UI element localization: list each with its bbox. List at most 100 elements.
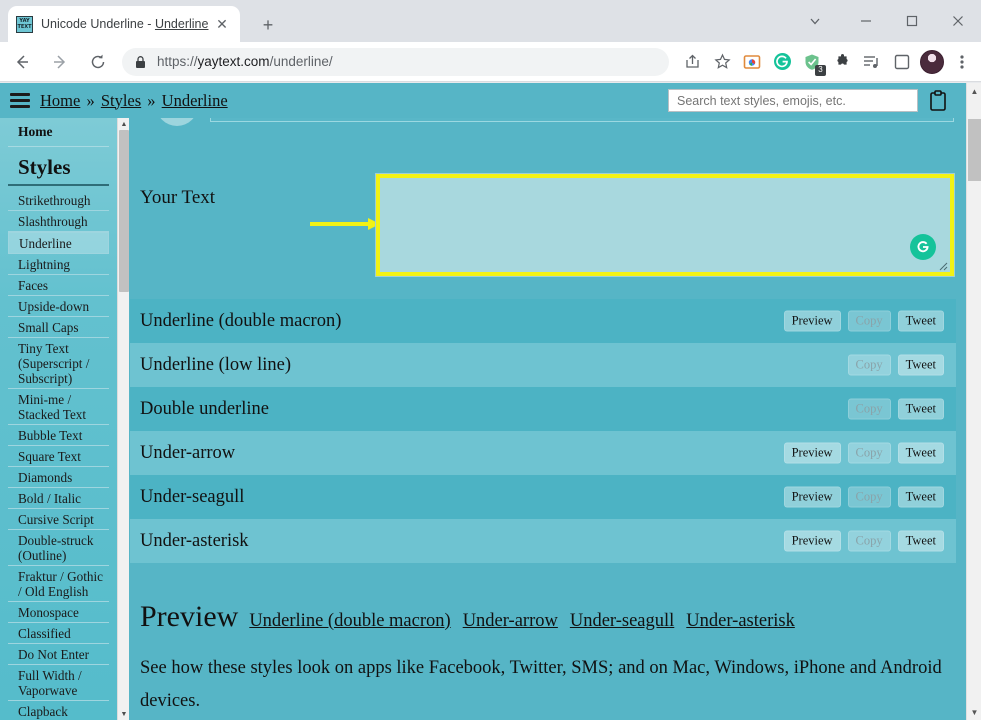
breadcrumb-separator-1: » — [86, 90, 95, 110]
preview-button[interactable]: Preview — [783, 486, 841, 508]
preview-link-under-arrow[interactable]: Under-arrow — [463, 611, 558, 632]
shield-extension-icon[interactable]: 3 — [797, 47, 827, 77]
sidebar-item-cursive-script[interactable]: Cursive Script — [8, 509, 109, 530]
sidebar-item-slashthrough[interactable]: Slashthrough — [8, 211, 109, 232]
tab-close-icon[interactable]: ✕ — [212, 14, 232, 34]
minimize-icon[interactable] — [843, 0, 889, 42]
preview-button[interactable]: Preview — [783, 530, 841, 552]
tweet-button[interactable]: Tweet — [897, 530, 944, 552]
sidebar-item-diamonds[interactable]: Diamonds — [8, 467, 109, 488]
breadcrumb-styles[interactable]: Styles — [101, 91, 141, 110]
preview-link-under-asterisk[interactable]: Under-asterisk — [686, 611, 795, 632]
bookmark-star-icon[interactable] — [707, 47, 737, 77]
sidebar-item-faces[interactable]: Faces — [8, 275, 109, 296]
sidebar-item-home[interactable]: Home — [8, 118, 109, 147]
tweet-button[interactable]: Tweet — [897, 398, 944, 420]
style-name: Under-arrow — [140, 442, 236, 463]
tweet-button[interactable]: Tweet — [897, 442, 944, 464]
share-icon[interactable] — [677, 47, 707, 77]
chrome-cast-icon[interactable] — [737, 47, 767, 77]
grammarly-icon[interactable] — [910, 234, 936, 260]
sidebar-item-strikethrough[interactable]: Strikethrough — [8, 190, 109, 211]
chrome-menu-icon[interactable] — [947, 47, 977, 77]
copy-button[interactable]: Copy — [847, 442, 891, 464]
playlist-icon[interactable] — [857, 47, 887, 77]
page-scroll-thumb[interactable] — [968, 119, 981, 181]
site-header: Home » Styles » Underline — [0, 83, 966, 118]
table-row[interactable]: Underline (double macron) Preview Copy T… — [130, 299, 956, 343]
reading-list-icon[interactable] — [887, 47, 917, 77]
browser-toolbar: https://yaytext.com/underline/ 3 — [0, 42, 981, 82]
page-scroll-up-icon[interactable]: ▲ — [967, 83, 981, 99]
tab-search-chevron-down-icon[interactable] — [787, 0, 843, 42]
browser-tab[interactable]: YAY TEXT Unicode Underline - Underline ✕ — [8, 6, 240, 42]
table-row[interactable]: Under-arrow Preview Copy Tweet — [130, 431, 956, 475]
preview-button[interactable]: Preview — [783, 442, 841, 464]
forward-icon[interactable] — [44, 46, 76, 78]
sidebar-item-lightning[interactable]: Lightning — [8, 254, 109, 275]
tweet-button[interactable]: Tweet — [897, 310, 944, 332]
copy-button[interactable]: Copy — [847, 530, 891, 552]
maximize-icon[interactable] — [889, 0, 935, 42]
tweet-button[interactable]: Tweet — [897, 486, 944, 508]
clipboard-icon[interactable] — [928, 89, 948, 112]
row-actions: Preview Copy Tweet — [783, 442, 944, 464]
yellow-annotation-arrow — [310, 218, 380, 230]
copy-button[interactable]: Copy — [847, 354, 891, 376]
hamburger-menu-icon[interactable] — [10, 93, 30, 108]
sidebar-item-clapback[interactable]: Clapback — [8, 701, 109, 720]
reload-icon[interactable] — [82, 46, 114, 78]
search-area — [668, 89, 948, 112]
preview-button[interactable]: Preview — [783, 310, 841, 332]
preview-link-double-macron[interactable]: Underline (double macron) — [249, 611, 450, 632]
sidebar-scroll-up-icon[interactable]: ▲ — [118, 118, 130, 130]
search-input[interactable] — [668, 89, 918, 112]
sidebar: Home Styles Strikethrough Slashthrough U… — [0, 118, 117, 720]
sidebar-item-full-width[interactable]: Full Width / Vaporwave — [8, 665, 109, 701]
grammarly-icon[interactable] — [767, 47, 797, 77]
back-icon[interactable] — [6, 46, 38, 78]
breadcrumb-underline[interactable]: Underline — [162, 91, 228, 110]
address-bar[interactable]: https://yaytext.com/underline/ — [122, 47, 669, 76]
table-row[interactable]: Double underline Preview Copy Tweet — [130, 387, 956, 431]
sidebar-scroll-down-icon[interactable]: ▼ — [118, 708, 130, 720]
sidebar-item-do-not-enter[interactable]: Do Not Enter — [8, 644, 109, 665]
page-scrollbar[interactable]: ▲ ▼ — [966, 83, 981, 720]
table-row[interactable]: Underline (low line) Preview Copy Tweet — [130, 343, 956, 387]
preview-section: Preview Underline (double macron) Under-… — [130, 588, 956, 718]
sidebar-item-underline[interactable]: Underline — [8, 232, 109, 254]
sidebar-scrollbar[interactable]: ▲ ▼ — [117, 118, 129, 720]
textarea-resize-handle[interactable] — [936, 259, 948, 271]
copy-button[interactable]: Copy — [847, 486, 891, 508]
sidebar-item-fraktur[interactable]: Fraktur / Gothic / Old English — [8, 566, 109, 602]
tweet-button[interactable]: Tweet — [897, 354, 944, 376]
sidebar-scroll-thumb[interactable] — [119, 130, 129, 292]
tab-title: Unicode Underline - Underline — [41, 17, 212, 31]
sidebar-item-monospace[interactable]: Monospace — [8, 602, 109, 623]
profile-avatar[interactable] — [917, 47, 947, 77]
sidebar-item-classified[interactable]: Classified — [8, 623, 109, 644]
your-text-input[interactable] — [375, 173, 955, 277]
new-tab-button[interactable]: + — [256, 13, 280, 37]
sidebar-item-upside-down[interactable]: Upside-down — [8, 296, 109, 317]
extension-badge-count: 3 — [815, 64, 826, 76]
breadcrumb-home[interactable]: Home — [40, 91, 80, 110]
sidebar-item-small-caps[interactable]: Small Caps — [8, 317, 109, 338]
sidebar-item-double-struck[interactable]: Double-struck (Outline) — [8, 530, 109, 566]
tab-title-text: Unicode Underline - — [41, 17, 155, 31]
extensions-puzzle-icon[interactable] — [827, 47, 857, 77]
sidebar-item-bubble-text[interactable]: Bubble Text — [8, 425, 109, 446]
page-scroll-down-icon[interactable]: ▼ — [967, 704, 981, 720]
sidebar-item-mini-me[interactable]: Mini-me / Stacked Text — [8, 389, 109, 425]
sidebar-item-square-text[interactable]: Square Text — [8, 446, 109, 467]
copy-button[interactable]: Copy — [847, 310, 891, 332]
copy-button[interactable]: Copy — [847, 398, 891, 420]
row-actions: Preview Copy Tweet — [783, 530, 944, 552]
sidebar-item-tiny-text[interactable]: Tiny Text (Superscript / Subscript) — [8, 338, 109, 389]
close-icon[interactable] — [935, 0, 981, 42]
sidebar-item-bold-italic[interactable]: Bold / Italic — [8, 488, 109, 509]
table-row[interactable]: Under-asterisk Preview Copy Tweet — [130, 519, 956, 563]
table-row[interactable]: Under-seagull Preview Copy Tweet — [130, 475, 956, 519]
preview-description: See how these styles look on apps like F… — [140, 658, 942, 711]
preview-link-under-seagull[interactable]: Under-seagull — [570, 611, 674, 632]
